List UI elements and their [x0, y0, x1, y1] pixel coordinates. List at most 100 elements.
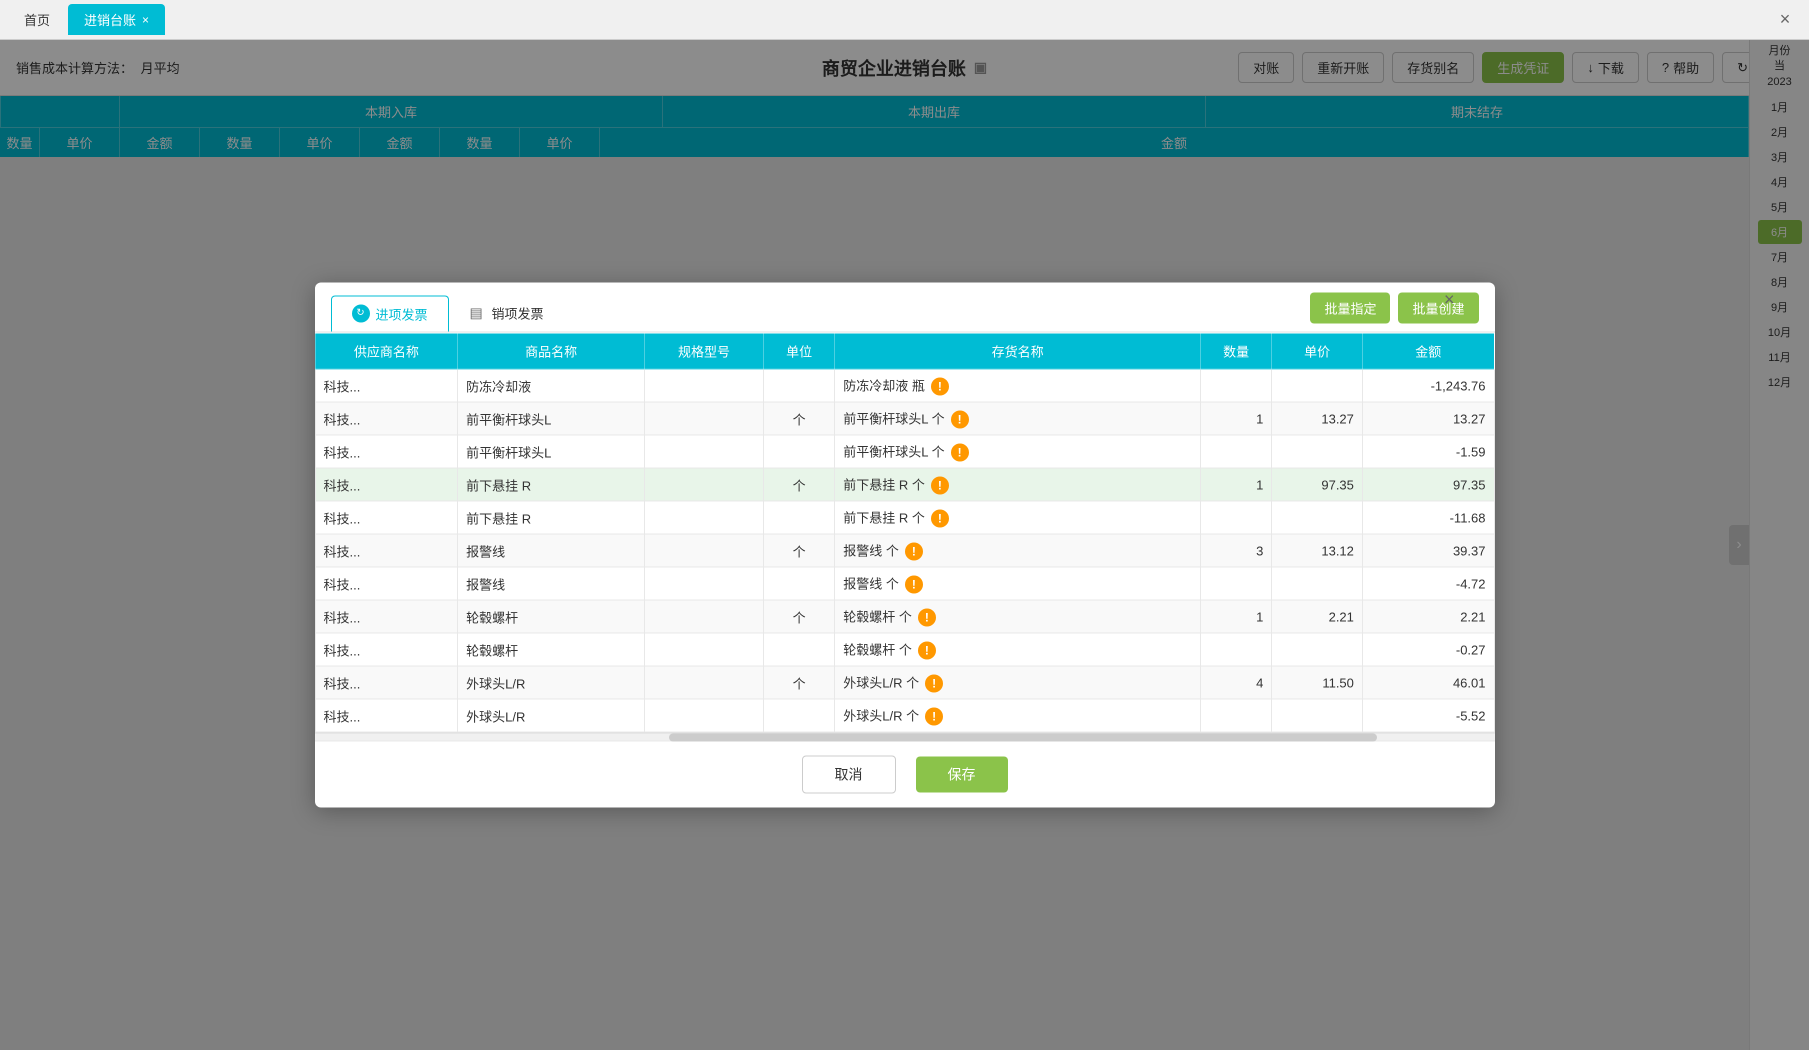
- table-cell: 13.12: [1272, 534, 1363, 567]
- table-cell: 科技...: [315, 369, 458, 402]
- table-cell: 轮毂螺杆 个!: [835, 633, 1201, 666]
- table-cell: 2.21: [1362, 600, 1494, 633]
- warning-icon: !: [925, 675, 943, 693]
- warning-icon: !: [951, 411, 969, 429]
- col-product: 商品名称: [458, 333, 645, 369]
- invoice-table: 供应商名称 商品名称 规格型号 单位 存货名称 数量 单价 金额 科技... 防冻…: [315, 333, 1495, 733]
- table-row[interactable]: 科技...轮毂螺杆轮毂螺杆 个!-0.27: [315, 633, 1494, 666]
- table-cell: 科技...: [315, 600, 458, 633]
- table-cell: 97.35: [1362, 468, 1494, 501]
- table-cell: [645, 567, 764, 600]
- table-cell: 科技...: [315, 402, 458, 435]
- tab-ledger-close[interactable]: ×: [142, 13, 149, 27]
- col-unit: 单位: [763, 333, 834, 369]
- warning-icon: !: [905, 576, 923, 594]
- tab-ledger[interactable]: 进销台账 ×: [68, 4, 165, 35]
- income-tab-icon: ↻: [352, 305, 370, 323]
- table-cell: 科技...: [315, 534, 458, 567]
- table-cell: -5.52: [1362, 699, 1494, 732]
- table-cell: 46.01: [1362, 666, 1494, 699]
- table-cell: [1272, 501, 1363, 534]
- save-button[interactable]: 保存: [916, 757, 1008, 793]
- inventory-name: 前下悬挂 R 个: [843, 511, 925, 526]
- table-cell: 13.27: [1362, 402, 1494, 435]
- batch-create-button[interactable]: 批量创建: [1398, 293, 1478, 324]
- table-cell: [645, 633, 764, 666]
- table-cell: [763, 567, 834, 600]
- table-cell: [763, 369, 834, 402]
- table-cell: 3: [1200, 534, 1271, 567]
- table-cell: 报警线 个!: [835, 534, 1201, 567]
- window-close-button[interactable]: ×: [1769, 4, 1801, 36]
- table-cell: 13.27: [1272, 402, 1363, 435]
- table-row[interactable]: 科技...轮毂螺杆个轮毂螺杆 个!12.212.21: [315, 600, 1494, 633]
- dialog-header: ↻ 进项发票 ▤ 销项发票 批量指定 批量创建 ×: [315, 283, 1495, 333]
- table-row[interactable]: 科技...前平衡杆球头L前平衡杆球头L 个!-1.59: [315, 435, 1494, 468]
- table-cell: 前下悬挂 R 个!: [835, 468, 1201, 501]
- table-cell: 97.35: [1272, 468, 1363, 501]
- cancel-button[interactable]: 取消: [802, 756, 896, 794]
- table-cell: 防冻冷却液 瓶!: [835, 369, 1201, 402]
- table-cell: 外球头L/R 个!: [835, 699, 1201, 732]
- sales-tab-label: 销项发票: [492, 303, 544, 322]
- table-cell: 报警线 个!: [835, 567, 1201, 600]
- col-unit-price: 单价: [1272, 333, 1363, 369]
- col-amount: 金额: [1362, 333, 1494, 369]
- table-row[interactable]: 科技...报警线报警线 个!-4.72: [315, 567, 1494, 600]
- table-cell: 科技...: [315, 567, 458, 600]
- scrollbar-thumb[interactable]: [669, 734, 1377, 742]
- table-cell: 科技...: [315, 501, 458, 534]
- inventory-name: 外球头L/R 个: [843, 676, 919, 691]
- tab-sales-invoice[interactable]: ▤ 销项发票: [449, 294, 565, 330]
- table-cell: 个: [763, 468, 834, 501]
- table-cell: 前平衡杆球头L 个!: [835, 402, 1201, 435]
- main-area: 销售成本计算方法： 月平均 商贸企业进销台账 ▣ 对账 重新开账 存货别名 生成…: [0, 40, 1809, 1050]
- batch-assign-button[interactable]: 批量指定: [1310, 293, 1390, 324]
- table-cell: 科技...: [315, 435, 458, 468]
- table-cell: [1200, 435, 1271, 468]
- table-cell: 报警线: [458, 534, 645, 567]
- table-cell: [1272, 435, 1363, 468]
- table-cell: -1.59: [1362, 435, 1494, 468]
- tab-home[interactable]: 首页: [8, 4, 66, 35]
- table-cell: 科技...: [315, 468, 458, 501]
- table-row[interactable]: 科技...前下悬挂 R个前下悬挂 R 个!197.3597.35: [315, 468, 1494, 501]
- table-cell: 前下悬挂 R 个!: [835, 501, 1201, 534]
- table-cell: 轮毂螺杆: [458, 633, 645, 666]
- table-cell: [763, 633, 834, 666]
- table-row[interactable]: 科技...报警线 个报警线 个!313.1239.37: [315, 534, 1494, 567]
- warning-icon: !: [918, 609, 936, 627]
- table-cell: [1200, 699, 1271, 732]
- table-header: 供应商名称 商品名称 规格型号 单位 存货名称 数量 单价 金额: [315, 333, 1494, 369]
- table-cell: 2.21: [1272, 600, 1363, 633]
- table-cell: 外球头L/R 个!: [835, 666, 1201, 699]
- dialog-footer: 取消 保存: [315, 741, 1495, 808]
- table-body: 科技...防冻冷却液防冻冷却液 瓶!-1,243.76科技...前平衡杆球头L个…: [315, 369, 1494, 732]
- sales-tab-icon: ▤: [470, 305, 486, 321]
- dialog-body: 供应商名称 商品名称 规格型号 单位 存货名称 数量 单价 金额 科技... 防冻…: [315, 333, 1495, 733]
- table-cell: -1,243.76: [1362, 369, 1494, 402]
- table-row[interactable]: 科技...外球头L/R个外球头L/R 个!411.5046.01: [315, 666, 1494, 699]
- horizontal-scrollbar[interactable]: [315, 733, 1495, 741]
- tab-home-label: 首页: [24, 13, 50, 28]
- table-cell: 39.37: [1362, 534, 1494, 567]
- inventory-name: 报警线 个: [843, 577, 899, 592]
- table-cell: [645, 666, 764, 699]
- table-row[interactable]: 科技...前平衡杆球头L个前平衡杆球头L 个!113.2713.27: [315, 402, 1494, 435]
- tab-income-invoice[interactable]: ↻ 进项发票: [331, 295, 449, 331]
- table-cell: 个: [763, 534, 834, 567]
- table-cell: [1200, 633, 1271, 666]
- table-cell: [1200, 567, 1271, 600]
- table-row[interactable]: 科技...外球头L/R外球头L/R 个!-5.52: [315, 699, 1494, 732]
- inventory-name: 轮毂螺杆 个: [843, 610, 912, 625]
- table-row[interactable]: 科技...前下悬挂 R前下悬挂 R 个!-11.68: [315, 501, 1494, 534]
- table-cell: [1200, 501, 1271, 534]
- table-cell: 个: [763, 402, 834, 435]
- col-quantity: 数量: [1200, 333, 1271, 369]
- table-cell: [763, 699, 834, 732]
- table-cell: -0.27: [1362, 633, 1494, 666]
- dialog-close-button[interactable]: ×: [1444, 291, 1455, 309]
- table-cell: [763, 435, 834, 468]
- table-cell: 1: [1200, 402, 1271, 435]
- table-row[interactable]: 科技...防冻冷却液防冻冷却液 瓶!-1,243.76: [315, 369, 1494, 402]
